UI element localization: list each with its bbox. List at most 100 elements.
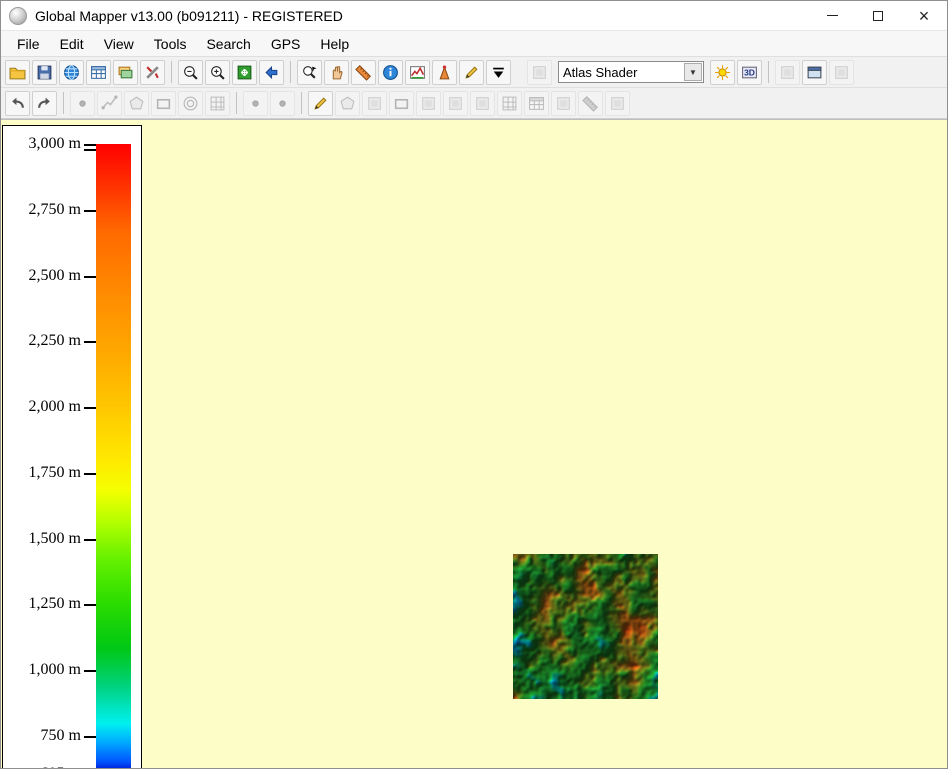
shader-select[interactable]: Atlas Shader▼ [558,61,704,83]
path-profile-tool-button[interactable] [405,60,430,85]
feature-info-tool-button[interactable] [378,60,403,85]
save-workspace-button[interactable] [32,60,57,85]
zoom-tool-button[interactable] [297,60,322,85]
crop-features-button[interactable] [389,91,414,116]
window-title: Global Mapper v13.00 (b091211) - REGISTE… [35,8,343,24]
svg-text:3D: 3D [744,67,755,77]
legend-label: 605 m [3,765,81,768]
digitizer-tool-button[interactable] [459,60,484,85]
toolbar-spacer [513,72,525,73]
insert-vertex-button[interactable] [243,91,268,116]
previous-view-icon [263,64,280,81]
create-range-rings-button[interactable] [178,91,203,116]
minimize-button[interactable] [809,1,855,30]
delete-features-button[interactable] [605,91,630,116]
elevation-legend: 3,000 m2,750 m2,500 m2,250 m2,000 m1,750… [2,125,142,768]
shader-select-value: Atlas Shader [559,65,684,80]
combine-features-button[interactable] [335,91,360,116]
create-point-feature-button[interactable] [70,91,95,116]
map-layout-editor-button[interactable] [802,60,827,85]
combo-dropdown-arrow-icon[interactable]: ▼ [684,63,702,81]
delete-vertex-icon [274,95,291,112]
split-features-button[interactable] [362,91,387,116]
minimize-icon [827,15,838,16]
create-area-feature-icon [128,95,145,112]
undo-button[interactable] [5,91,30,116]
maximize-icon [873,11,883,21]
legend-gradient-bar [96,144,131,768]
create-area-feature-button[interactable] [124,91,149,116]
full-view-button[interactable] [232,60,257,85]
hill-shading-toggle-button[interactable] [710,60,735,85]
image-swipe-tool-button[interactable] [527,60,552,85]
menu-item-file[interactable]: File [7,33,50,55]
trace-feature-button[interactable] [308,91,333,116]
map-catalog-button[interactable] [86,60,111,85]
legend-tick [84,473,96,475]
zoom-out-button[interactable] [178,60,203,85]
attribute-editor-button[interactable] [524,91,549,116]
copy-features-button[interactable] [551,91,576,116]
redo-icon [36,95,53,112]
zoom-out-icon [182,64,199,81]
toolbar-separator [171,61,172,83]
full-view-icon [236,64,253,81]
insert-vertex-icon [247,95,264,112]
legend-tick [84,210,96,212]
menu-item-help[interactable]: Help [310,33,359,55]
more-tools-dropdown-button[interactable] [486,60,511,85]
menu-item-search[interactable]: Search [196,33,260,55]
show-3d-view-button[interactable]: 3D [737,60,762,85]
main-toolbar: Atlas Shader▼ 3D [1,56,947,87]
menu-item-view[interactable]: View [94,33,144,55]
configuration-icon [144,64,161,81]
scale-features-button[interactable] [443,91,468,116]
open-data-files-icon [9,64,26,81]
legend-label: 1,750 m [3,464,81,482]
legend-tick [84,149,96,151]
trace-feature-icon [312,95,329,112]
pan-tool-icon [328,64,345,81]
line-of-sight-tool-button[interactable] [775,60,800,85]
maximize-button[interactable] [855,1,901,30]
measure-tool-button[interactable] [351,60,376,85]
create-rectangle-feature-icon [155,95,172,112]
download-online-imagery-icon [63,64,80,81]
raster-options-icon [833,64,850,81]
legend-tick [84,539,96,541]
previous-view-button[interactable] [259,60,284,85]
rotate-features-button[interactable] [416,91,441,116]
legend-tick [84,736,96,738]
create-grid-feature-icon [209,95,226,112]
overlay-control-center-button[interactable] [113,60,138,85]
map-canvas[interactable]: 3,000 m2,750 m2,500 m2,250 m2,000 m1,750… [1,119,947,768]
zoom-in-button[interactable] [205,60,230,85]
redo-button[interactable] [32,91,57,116]
delete-vertex-button[interactable] [270,91,295,116]
raster-options-button[interactable] [829,60,854,85]
create-line-feature-button[interactable] [97,91,122,116]
legend-label: 2,750 m [3,201,81,219]
pan-tool-button[interactable] [324,60,349,85]
open-data-files-button[interactable] [5,60,30,85]
view-shed-tool-button[interactable] [432,60,457,85]
move-features-button[interactable] [470,91,495,116]
menu-item-gps[interactable]: GPS [261,33,311,55]
digitizer-toolbar [1,87,947,119]
close-button[interactable]: × [901,1,947,30]
configuration-button[interactable] [140,60,165,85]
download-online-imagery-button[interactable] [59,60,84,85]
create-grid-feature-button[interactable] [205,91,230,116]
create-rectangle-feature-button[interactable] [151,91,176,116]
snap-features-button[interactable] [497,91,522,116]
app-icon [9,7,27,25]
measure-features-button[interactable] [578,91,603,116]
path-profile-tool-icon [409,64,426,81]
toolbar-separator [236,92,237,114]
snap-features-icon [501,95,518,112]
measure-tool-icon [355,64,372,81]
menu-item-edit[interactable]: Edit [50,33,94,55]
menu-item-tools[interactable]: Tools [144,33,197,55]
copy-features-icon [555,95,572,112]
more-tools-dropdown-icon [490,64,507,81]
